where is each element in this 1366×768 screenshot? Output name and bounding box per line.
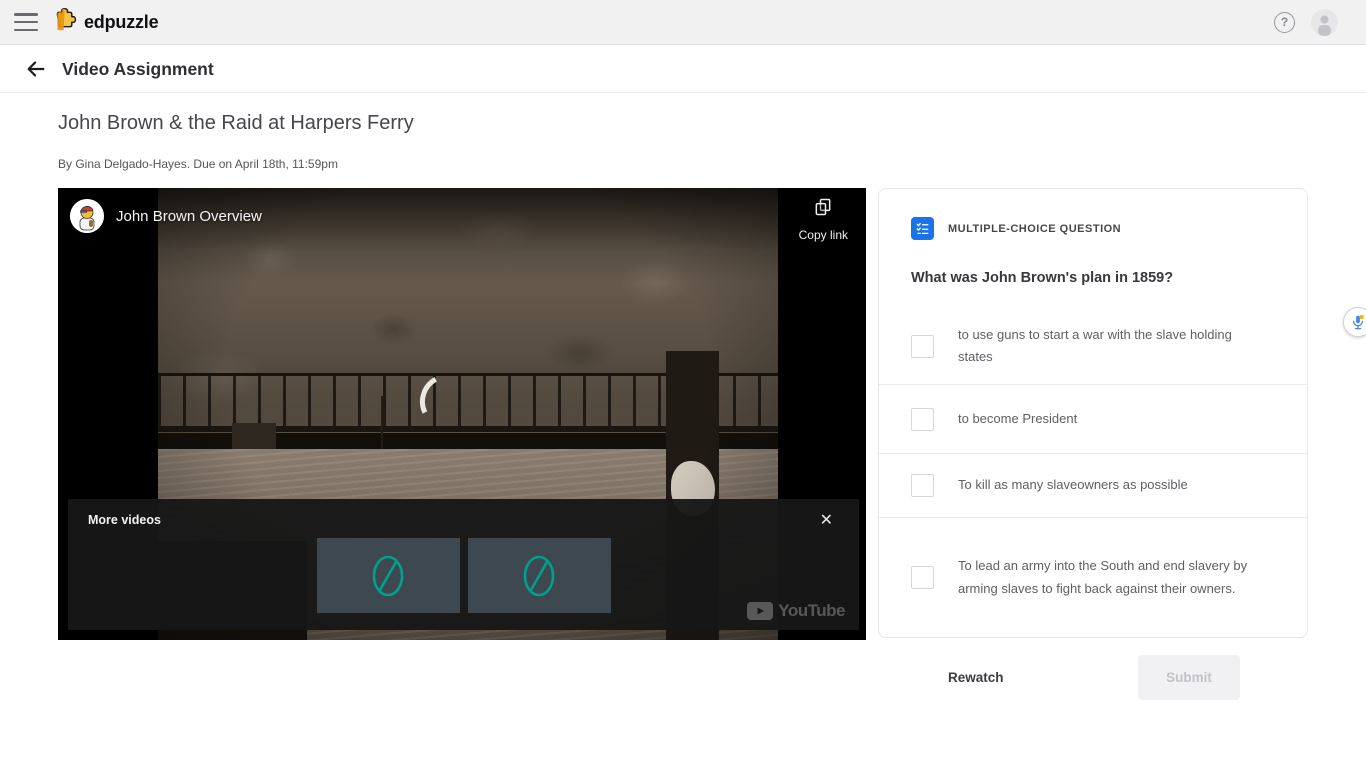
suggested-video-thumbnail[interactable] (316, 538, 460, 613)
more-videos-label: More videos (88, 513, 161, 527)
question-card: MULTIPLE-CHOICE QUESTION What was John B… (878, 188, 1308, 638)
edpuzzle-puzzle-icon (52, 6, 79, 38)
answer-checkbox[interactable] (911, 334, 934, 358)
back-arrow-icon[interactable] (24, 57, 48, 81)
page-title: Video Assignment (62, 58, 214, 79)
suggested-video-thumbnail[interactable] (467, 538, 611, 613)
question-type-label: MULTIPLE-CHOICE QUESTION (948, 222, 1122, 235)
answer-option-label: to use guns to start a war with the slav… (958, 326, 1232, 364)
menu-icon[interactable] (14, 13, 38, 31)
youtube-wordmark: YouTube (778, 601, 845, 620)
answer-option[interactable]: To kill as many slaveowners as possible (879, 453, 1307, 517)
assignment-byline: By Gina Delgado-Hayes. Due on April 18th… (58, 157, 338, 171)
more-videos-overlay: More videos ✕ YouTube (68, 499, 859, 630)
help-icon[interactable]: ? (1274, 11, 1295, 33)
user-avatar[interactable] (1311, 8, 1338, 36)
answer-option[interactable]: to use guns to start a war with the slav… (879, 308, 1307, 384)
suggested-videos-row (68, 538, 859, 613)
page-header: Video Assignment (0, 46, 1366, 93)
microphone-icon (1353, 315, 1364, 330)
multiple-choice-icon (911, 217, 934, 240)
brand-logo[interactable]: edpuzzle (52, 6, 159, 38)
channel-avatar[interactable] (70, 199, 104, 233)
question-actions: Rewatch Submit (878, 655, 1308, 700)
close-icon[interactable]: ✕ (816, 509, 837, 533)
submit-button[interactable]: Submit (1138, 655, 1240, 700)
channel-info[interactable]: John Brown Overview (70, 199, 262, 233)
blocked-icon (372, 555, 404, 596)
assignment-title: John Brown & the Raid at Harpers Ferry (58, 112, 414, 134)
answer-option-label: To lead an army into the South and end s… (958, 558, 1248, 596)
answer-checkbox[interactable] (911, 474, 934, 497)
copy-icon (813, 197, 833, 222)
answer-option[interactable]: to become President (879, 384, 1307, 453)
page: edpuzzle ? Video Assignment John Brown &… (0, 0, 1366, 768)
answer-option[interactable]: To lead an army into the South and end s… (879, 517, 1307, 637)
youtube-play-icon (747, 602, 774, 620)
copy-link-button[interactable]: Copy link (799, 197, 848, 242)
answer-checkbox[interactable] (911, 566, 934, 589)
microphone-widget[interactable] (1343, 307, 1366, 337)
top-bar: edpuzzle ? (0, 0, 1366, 45)
answer-option-label: to become President (958, 410, 1078, 426)
answer-options: to use guns to start a war with the slav… (879, 308, 1307, 637)
video-title[interactable]: John Brown Overview (116, 208, 262, 225)
answer-checkbox[interactable] (911, 407, 934, 431)
answer-option-label: To kill as many slaveowners as possible (958, 477, 1188, 493)
blocked-icon (523, 555, 555, 596)
rewatch-button[interactable]: Rewatch (948, 670, 1004, 685)
brand-name: edpuzzle (84, 11, 159, 32)
youtube-logo[interactable]: YouTube (747, 601, 845, 621)
copy-link-label: Copy link (798, 228, 848, 242)
question-text: What was John Brown's plan in 1859? (911, 270, 1174, 286)
video-player[interactable]: John Brown Overview Copy link More video… (58, 188, 866, 640)
